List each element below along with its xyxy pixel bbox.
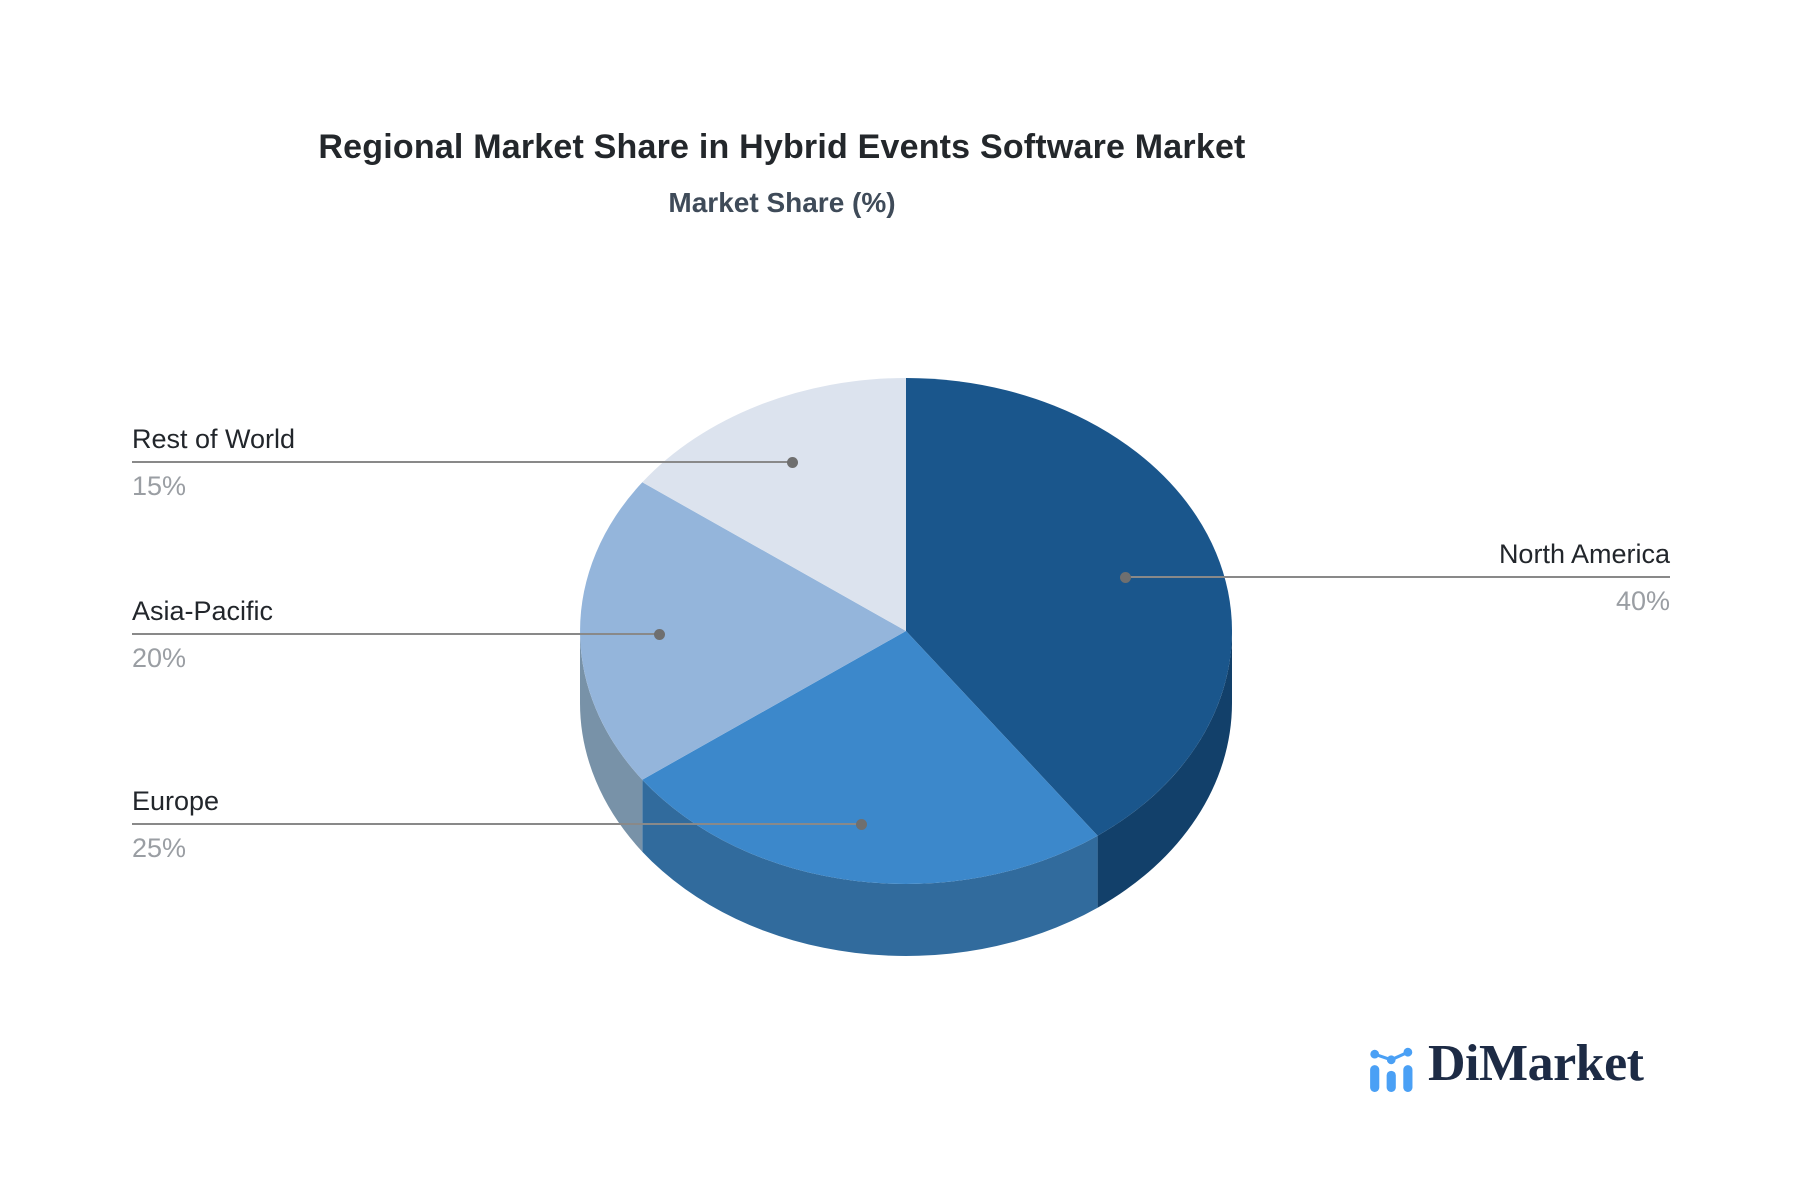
brand-logo: DiMarket <box>1368 1035 1644 1092</box>
leader-dot-north-america <box>1120 571 1131 583</box>
slice-label-north-america: North America <box>1498 539 1670 569</box>
brand-logo-text: DiMarket <box>1428 1035 1644 1092</box>
chart-header: Regional Market Share in Hybrid Events S… <box>0 0 1564 220</box>
slice-value-europe: 25% <box>132 833 187 863</box>
leader-dot-rest-of-world <box>787 456 798 468</box>
page-title: Regional Market Share in Hybrid Events S… <box>318 128 1246 166</box>
callout-europe: Europe 25% <box>132 785 867 865</box>
slice-label-asia-pacific: Asia-Pacific <box>132 596 274 626</box>
chart-subtitle: Market Share (%) <box>668 187 896 218</box>
callout-north-america: North America 40% <box>1120 538 1670 618</box>
slice-value-rest-of-world: 15% <box>132 471 187 501</box>
slice-value-asia-pacific: 20% <box>132 643 187 673</box>
slice-label-rest-of-world: Rest of World <box>132 424 296 454</box>
slice-value-north-america: 40% <box>1615 586 1670 616</box>
leader-dot-asia-pacific <box>654 628 665 640</box>
callout-rest-of-world: Rest of World 15% <box>132 423 798 503</box>
leader-line-europe <box>132 818 867 830</box>
leader-dot-europe <box>856 818 867 830</box>
slice-label-europe: Europe <box>132 786 220 816</box>
callout-asia-pacific: Asia-Pacific 20% <box>132 595 665 675</box>
leader-line-rest-of-world <box>132 456 798 468</box>
bar-chart-trend-icon <box>1370 1047 1413 1092</box>
leader-line-asia-pacific <box>132 628 665 640</box>
leader-line-north-america <box>1120 571 1670 583</box>
